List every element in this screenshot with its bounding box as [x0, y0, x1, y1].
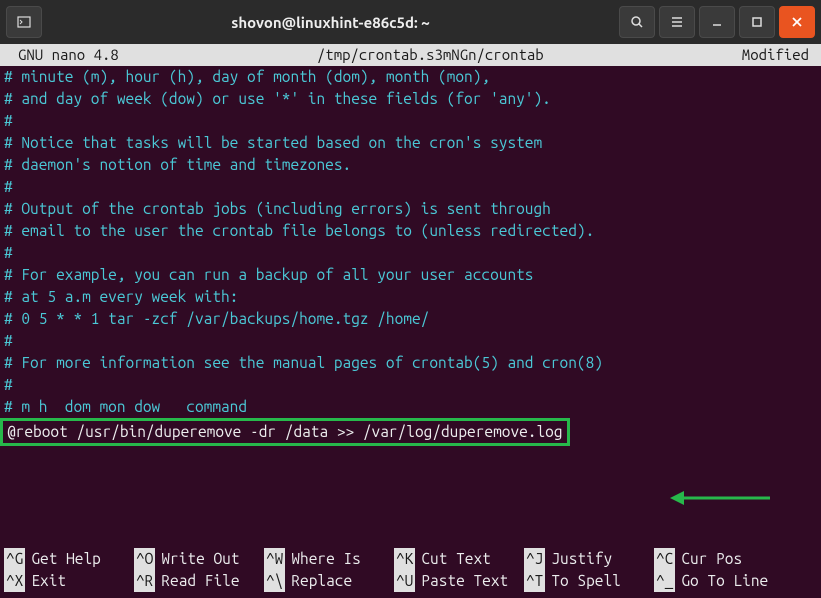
- terminal-area[interactable]: GNU nano 4.8 /tmp/crontab.s3mNGn/crontab…: [0, 44, 821, 598]
- window-title: shovon@linuxhint-e86c5d: ~: [46, 14, 615, 31]
- crontab-entry-line: @reboot /usr/bin/duperemove -dr /data >>…: [4, 418, 817, 446]
- crontab-comment-line: #: [4, 242, 817, 264]
- crontab-comment-line: # m h dom mon dow command: [4, 396, 817, 418]
- crontab-comment-line: # and day of week (dow) or use '*' in th…: [4, 88, 817, 110]
- crontab-comment-line: # daemon's notion of time and timezones.: [4, 154, 817, 176]
- nano-header: GNU nano 4.8 /tmp/crontab.s3mNGn/crontab…: [0, 44, 821, 66]
- search-icon: [629, 14, 645, 30]
- shortcut-write-out[interactable]: ^OWrite Out: [134, 548, 264, 570]
- search-button[interactable]: [619, 6, 655, 38]
- shortcut-row: ^XExit ^RRead File ^\Replace ^UPaste Tex…: [4, 570, 817, 592]
- minimize-icon: [709, 14, 725, 30]
- editor-status: Modified: [742, 44, 817, 66]
- crontab-comment-line: #: [4, 330, 817, 352]
- crontab-comment-line: #: [4, 110, 817, 132]
- crontab-comment-line: # For more information see the manual pa…: [4, 352, 817, 374]
- editor-content[interactable]: # minute (m), hour (h), day of month (do…: [0, 66, 821, 446]
- shortcut-paste-text[interactable]: ^UPaste Text: [394, 570, 524, 592]
- crontab-comment-line: # at 5 a.m every week with:: [4, 286, 817, 308]
- shortcut-go-to-line[interactable]: ^_Go To Line: [654, 570, 784, 592]
- shortcut-cur-pos[interactable]: ^CCur Pos: [654, 548, 784, 570]
- shortcut-exit[interactable]: ^XExit: [4, 570, 134, 592]
- crontab-comment-line: # email to the user the crontab file bel…: [4, 220, 817, 242]
- shortcut-row: ^GGet Help ^OWrite Out ^WWhere Is ^KCut …: [4, 548, 817, 570]
- crontab-comment-line: #: [4, 374, 817, 396]
- crontab-comment-line: # 0 5 * * 1 tar -zcf /var/backups/home.t…: [4, 308, 817, 330]
- shortcut-get-help[interactable]: ^GGet Help: [4, 548, 134, 570]
- annotation-arrow-icon: [670, 486, 780, 510]
- nano-shortcuts: ^GGet Help ^OWrite Out ^WWhere Is ^KCut …: [0, 548, 821, 598]
- terminal-icon: [16, 14, 32, 30]
- minimize-button[interactable]: [699, 6, 735, 38]
- maximize-icon: [749, 14, 765, 30]
- crontab-comment-line: # minute (m), hour (h), day of month (do…: [4, 66, 817, 88]
- crontab-comment-line: # Output of the crontab jobs (including …: [4, 198, 817, 220]
- editor-name: GNU nano 4.8: [4, 44, 119, 66]
- crontab-comment-line: # For example, you can run a backup of a…: [4, 264, 817, 286]
- crontab-comment-line: #: [4, 176, 817, 198]
- close-icon: [789, 14, 805, 30]
- crontab-comment-line: # Notice that tasks will be started base…: [4, 132, 817, 154]
- shortcut-cut-text[interactable]: ^KCut Text: [394, 548, 524, 570]
- window-titlebar: shovon@linuxhint-e86c5d: ~: [0, 0, 821, 44]
- shortcut-justify[interactable]: ^JJustify: [524, 548, 654, 570]
- highlighted-cron-entry: @reboot /usr/bin/duperemove -dr /data >>…: [0, 418, 570, 446]
- new-tab-button[interactable]: [6, 6, 42, 38]
- close-button[interactable]: [779, 6, 815, 38]
- menu-button[interactable]: [659, 6, 695, 38]
- shortcut-where-is[interactable]: ^WWhere Is: [264, 548, 394, 570]
- shortcut-replace[interactable]: ^\Replace: [264, 570, 394, 592]
- shortcut-to-spell[interactable]: ^TTo Spell: [524, 570, 654, 592]
- editor-file-path: /tmp/crontab.s3mNGn/crontab: [119, 44, 742, 66]
- hamburger-icon: [669, 14, 685, 30]
- shortcut-read-file[interactable]: ^RRead File: [134, 570, 264, 592]
- maximize-button[interactable]: [739, 6, 775, 38]
